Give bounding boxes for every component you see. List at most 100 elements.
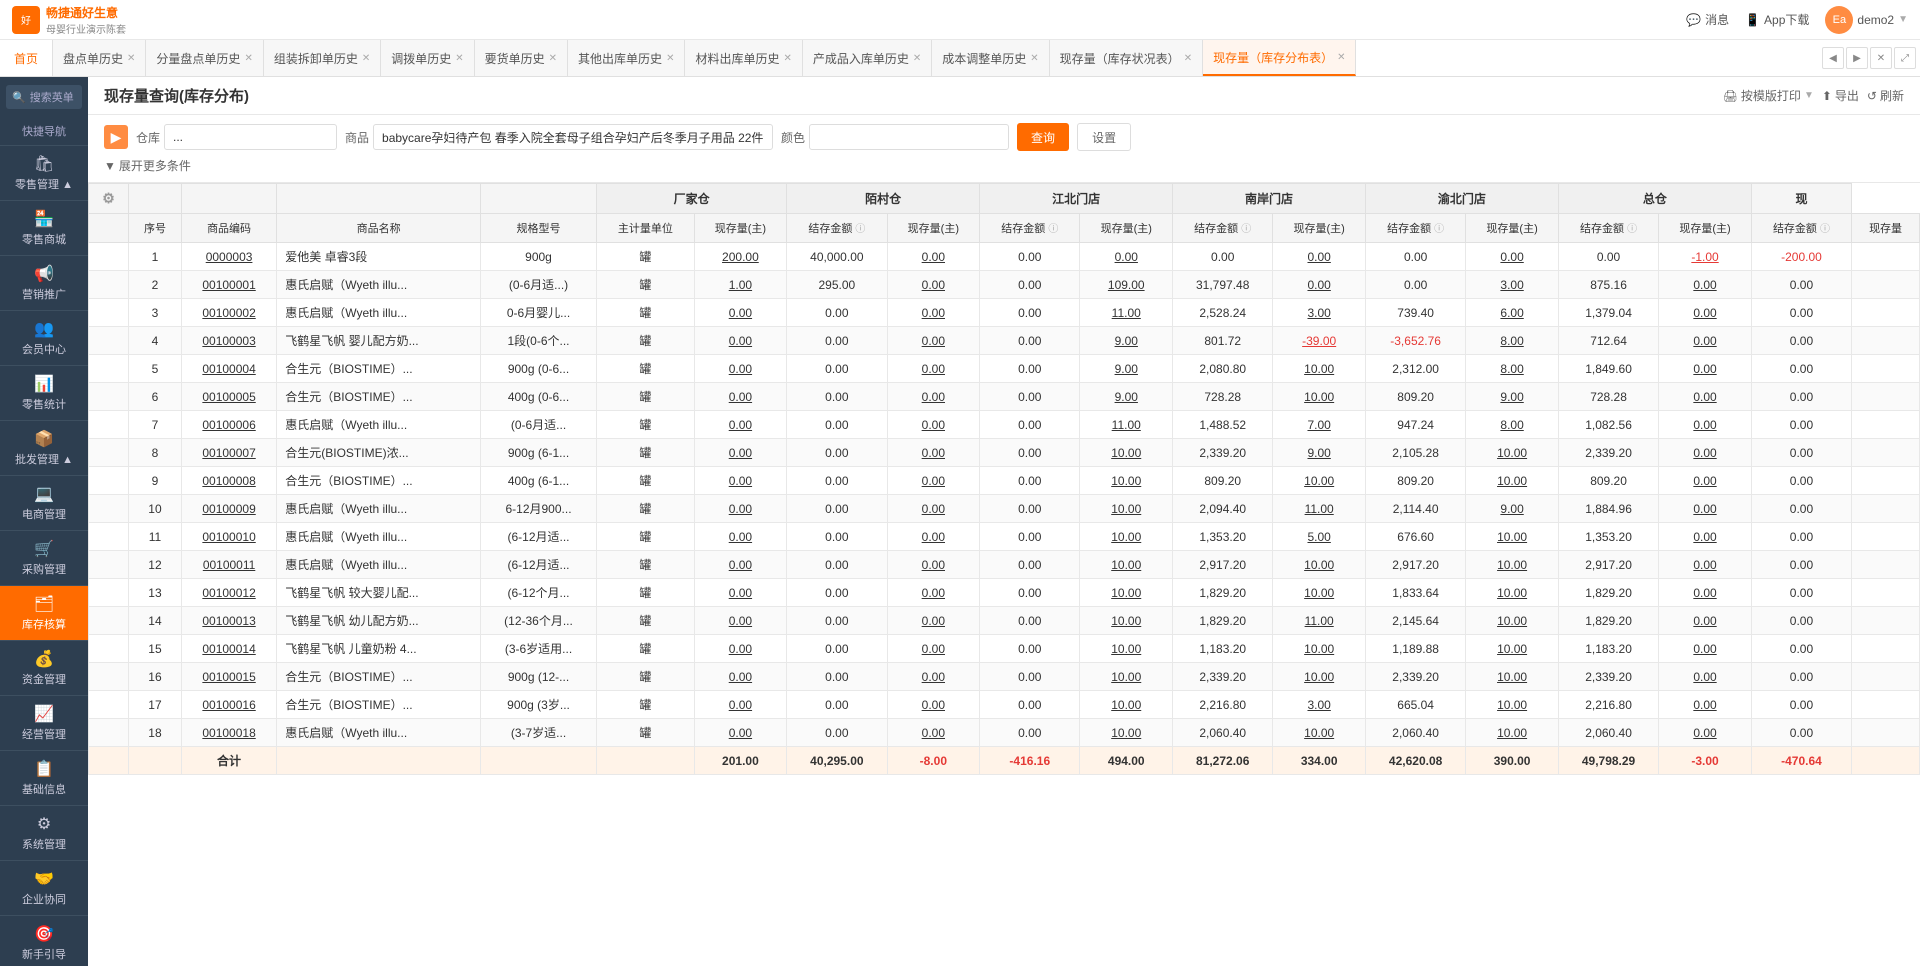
- warehouse-label: 仓库: [136, 129, 160, 146]
- tab-material-out[interactable]: 材料出库单历史 ✕: [685, 40, 802, 76]
- company-name: 母婴行业演示陈套: [46, 21, 126, 36]
- refresh-button[interactable]: ↺ 刷新: [1867, 87, 1904, 104]
- th-gear: ⚙: [89, 184, 129, 214]
- sidebar-item-purchase[interactable]: 🛒 采购管理: [0, 531, 88, 586]
- tab-close-all-btn[interactable]: ✕: [1870, 47, 1892, 69]
- tab-close-branch-count[interactable]: ✕: [244, 53, 252, 64]
- tab-branch-count[interactable]: 分量盘点单历史 ✕: [146, 40, 263, 76]
- ecommerce-icon: 💻: [4, 484, 84, 504]
- data-table: ⚙ 厂家仓 陌村仓 江北门店 南岸门店 渝北门店 总仓 现: [88, 183, 1920, 775]
- search-box[interactable]: 🔍 搜索英单: [6, 85, 82, 109]
- th-code: [181, 184, 276, 214]
- sidebar-item-wholesale[interactable]: 📦 批发管理 ▲: [0, 421, 88, 476]
- sidebar-label-inventory: 库存核算: [4, 616, 84, 632]
- sidebar-item-system[interactable]: ⚙ 系统管理: [0, 806, 88, 861]
- export-icon: ⬆: [1822, 89, 1832, 103]
- warehouse-input[interactable]: [164, 124, 337, 150]
- color-label: 颜色: [781, 129, 805, 146]
- app-download-icon: 📱: [1745, 13, 1760, 27]
- tab-stock-status[interactable]: 现存量（库存状况表） ✕: [1050, 40, 1203, 76]
- sidebar-item-member[interactable]: 👥 会员中心: [0, 311, 88, 366]
- table-body: 10000003爱他美 卓睿3段900g罐200.0040,000.000.00…: [89, 243, 1920, 775]
- sidebar-item-retail-store[interactable]: 🏪 零售商城: [0, 201, 88, 256]
- tab-close-inventory-count[interactable]: ✕: [127, 53, 135, 64]
- th-nams-amt: 结存金额 ⓘ: [1365, 214, 1465, 243]
- tab-close-other-out[interactable]: ✕: [666, 53, 674, 64]
- sidebar-label-basic-info: 基础信息: [4, 781, 84, 797]
- sidebar-label-retail-store: 零售商城: [4, 231, 84, 247]
- tab-cost-adjust[interactable]: 成本调整单历史 ✕: [932, 40, 1049, 76]
- sidebar-item-operations[interactable]: 📈 经营管理: [0, 696, 88, 751]
- query-button[interactable]: 查询: [1017, 123, 1069, 151]
- refresh-icon: ↺: [1867, 89, 1877, 103]
- goods-input[interactable]: [373, 124, 773, 150]
- color-input[interactable]: [809, 124, 1009, 150]
- th-goods-name: 商品名称: [277, 214, 481, 243]
- th-group-ckj: 厂家仓: [597, 184, 787, 214]
- inventory-icon: 🗂: [4, 594, 84, 614]
- tab-close-stock-status[interactable]: ✕: [1184, 53, 1192, 64]
- filter-toggle-btn[interactable]: ▶: [104, 125, 128, 149]
- sidebar-item-basic-info[interactable]: 📋 基础信息: [0, 751, 88, 806]
- tab-close-purchase-order[interactable]: ✕: [549, 53, 557, 64]
- sidebar: 🔍 搜索英单 快捷导航 🛍 零售管理 ▲ 🏪 零售商城 📢 营销推广 👥 会员中…: [0, 77, 88, 966]
- export-button[interactable]: ⬆ 导出: [1822, 87, 1859, 104]
- sidebar-item-retail-mgmt[interactable]: 🛍 零售管理 ▲: [0, 146, 88, 201]
- sidebar-quick-nav[interactable]: 快捷导航: [0, 117, 88, 146]
- sidebar-item-ecommerce[interactable]: 💻 电商管理: [0, 476, 88, 531]
- message-btn[interactable]: 💬 消息: [1686, 11, 1729, 28]
- th-zc-qty: 现存量(主): [1659, 214, 1752, 243]
- filter-color: 颜色: [781, 124, 1009, 150]
- summary-row: 合计201.0040,295.00-8.00-416.16494.0081,27…: [89, 747, 1920, 775]
- user-dropdown-icon: ▼: [1898, 14, 1908, 25]
- setting-button[interactable]: 设置: [1077, 123, 1131, 151]
- purchase-icon: 🛒: [4, 539, 84, 559]
- sidebar-label-ecommerce: 电商管理: [4, 506, 84, 522]
- export-label: 导出: [1835, 87, 1859, 104]
- tab-close-stock-dist[interactable]: ✕: [1337, 52, 1345, 63]
- tab-transfer[interactable]: 调拨单历史 ✕: [381, 40, 474, 76]
- table-row: 700100006惠氏启赋（Wyeth illu...(0-6月适...罐0.0…: [89, 411, 1920, 439]
- logo-icon: 好: [12, 6, 40, 34]
- tab-home[interactable]: 首页: [0, 40, 53, 76]
- sidebar-item-guide[interactable]: 🎯 新手引导: [0, 916, 88, 966]
- tab-prev-btn[interactable]: ◀: [1822, 47, 1844, 69]
- print-button[interactable]: 🖨 按模版打印 ▼: [1723, 87, 1814, 104]
- th-jbmd-qty: 现存量(主): [1080, 214, 1173, 243]
- user-avatar[interactable]: Ea demo2 ▼: [1825, 6, 1908, 34]
- tab-combo-discount[interactable]: 组装拆卸单历史 ✕: [264, 40, 381, 76]
- tab-other-out[interactable]: 其他出库单历史 ✕: [568, 40, 685, 76]
- tab-fullscreen-btn[interactable]: ⤢: [1894, 47, 1916, 69]
- tab-inventory-count[interactable]: 盘点单历史 ✕: [53, 40, 146, 76]
- tab-stock-dist[interactable]: 现存量（库存分布表） ✕: [1203, 40, 1356, 76]
- tab-next-btn[interactable]: ▶: [1846, 47, 1868, 69]
- message-icon: 💬: [1686, 13, 1701, 27]
- tab-close-combo-discount[interactable]: ✕: [362, 53, 370, 64]
- tab-close-transfer[interactable]: ✕: [455, 53, 463, 64]
- expand-conditions-btn[interactable]: ▼ 展开更多条件: [104, 157, 1904, 174]
- tab-close-product-in[interactable]: ✕: [913, 53, 921, 64]
- tab-close-material-out[interactable]: ✕: [783, 53, 791, 64]
- sidebar-label-guide: 新手引导: [4, 946, 84, 962]
- app-download-btn[interactable]: 📱 App下载: [1745, 11, 1809, 28]
- table-row: 1600100015合生元（BIOSTIME）...900g (12-...罐0…: [89, 663, 1920, 691]
- expand-label: 展开更多条件: [119, 157, 191, 174]
- main-layout: 🔍 搜索英单 快捷导航 🛍 零售管理 ▲ 🏪 零售商城 📢 营销推广 👥 会员中…: [0, 77, 1920, 966]
- tab-close-cost-adjust[interactable]: ✕: [1030, 53, 1038, 64]
- table-row: 1800100018惠氏启赋（Wyeth illu...(3-7岁适...罐0.…: [89, 719, 1920, 747]
- th-group-mcj: 陌村仓: [787, 184, 980, 214]
- table-row: 1100100010惠氏启赋（Wyeth illu...(6-12月适...罐0…: [89, 523, 1920, 551]
- app-name: 畅捷通好生意: [46, 4, 126, 21]
- sidebar-item-inventory[interactable]: 🗂 库存核算: [0, 586, 88, 641]
- sidebar-item-retail-stats[interactable]: 📊 零售统计: [0, 366, 88, 421]
- settings-icon[interactable]: ⚙: [102, 190, 115, 206]
- sidebar-item-marketing[interactable]: 📢 营销推广: [0, 256, 88, 311]
- tab-product-in[interactable]: 产成品入库单历史 ✕: [803, 40, 932, 76]
- corp-collab-icon: 🤝: [4, 869, 84, 889]
- sidebar-item-finance[interactable]: 💰 资金管理: [0, 641, 88, 696]
- table-row: 1700100016合生元（BIOSTIME）...900g (3岁...罐0.…: [89, 691, 1920, 719]
- avatar: Ea: [1825, 6, 1853, 34]
- sidebar-item-corp-collab[interactable]: 🤝 企业协同: [0, 861, 88, 916]
- tab-purchase-order[interactable]: 要货单历史 ✕: [475, 40, 568, 76]
- retail-store-icon: 🏪: [4, 209, 84, 229]
